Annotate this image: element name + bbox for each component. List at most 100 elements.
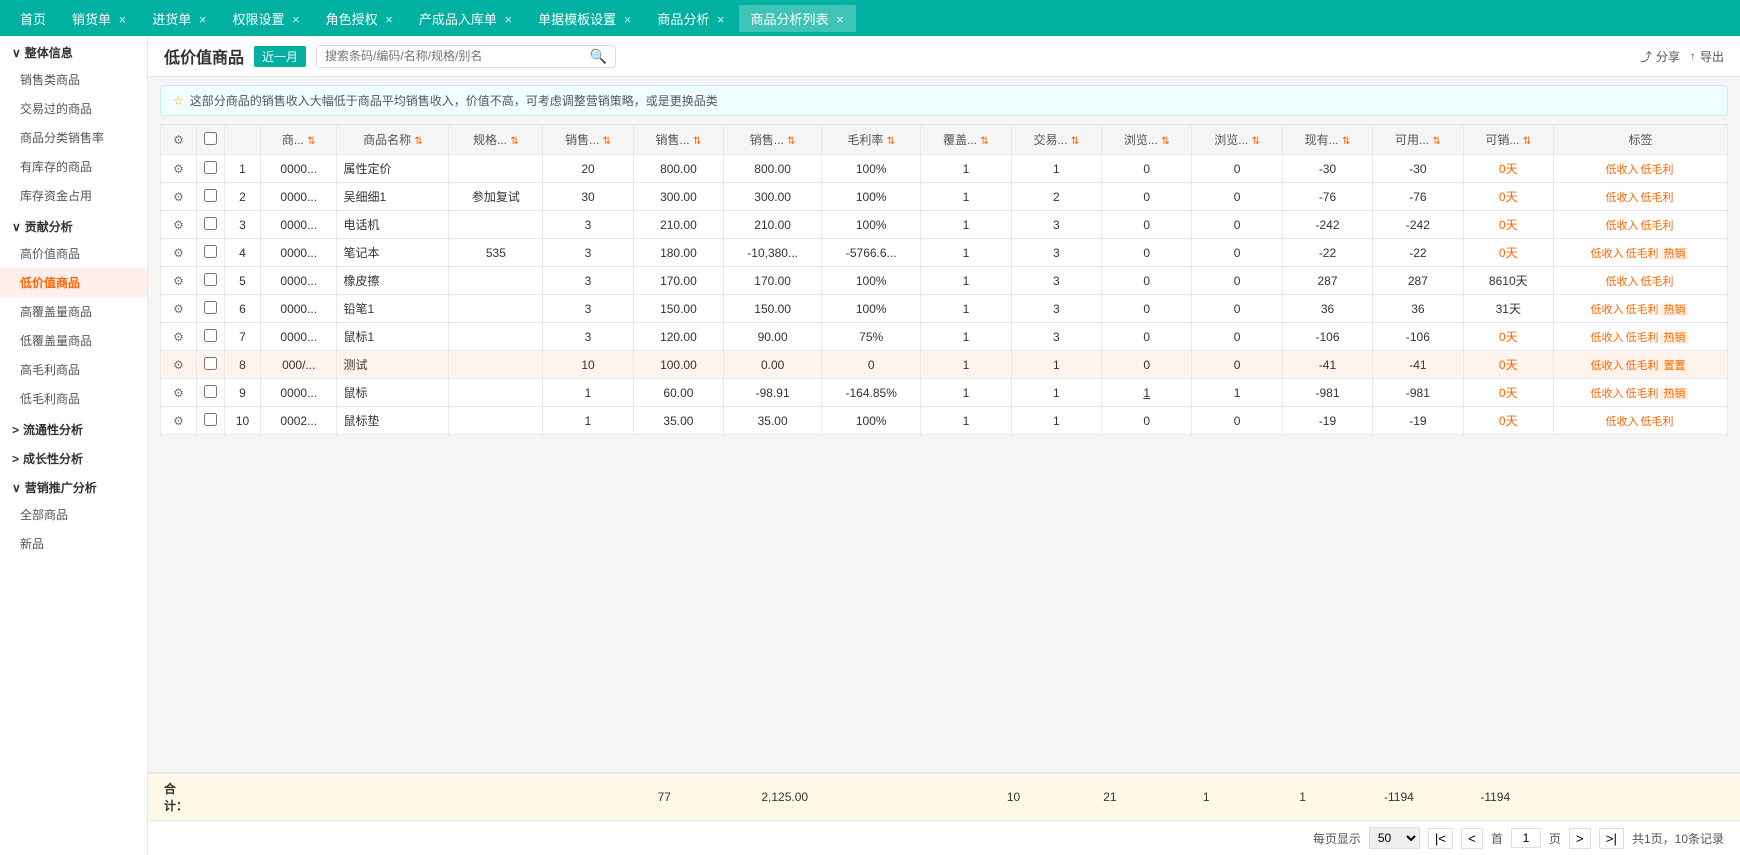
cell-setting[interactable]: ⚙ <box>161 183 197 211</box>
section-growth[interactable]: > 成长性分析 <box>0 442 147 471</box>
cell-browse1[interactable]: 0 <box>1102 323 1192 351</box>
sidebar-item-high-value[interactable]: 高价值商品 <box>0 239 147 268</box>
cell-setting[interactable]: ⚙ <box>161 295 197 323</box>
row-checkbox[interactable] <box>204 161 217 174</box>
cell-setting[interactable]: ⚙ <box>161 267 197 295</box>
row-checkbox[interactable] <box>204 357 217 370</box>
cell-check[interactable] <box>197 211 225 239</box>
sidebar-item-high-coverage[interactable]: 高覆盖量商品 <box>0 297 147 326</box>
sidebar-item-inventory-capital[interactable]: 库存资金占用 <box>0 181 147 210</box>
cell-browse1[interactable]: 0 <box>1102 183 1192 211</box>
section-contribution[interactable]: ∨ 贡献分析 <box>0 210 147 239</box>
table-container[interactable]: ⚙ 商... ⇅ 商品名称 ⇅ 规格... ⇅ 销售... ⇅ 销售... ⇅ … <box>160 124 1728 772</box>
row-checkbox[interactable] <box>204 189 217 202</box>
nav-purchase-order[interactable]: 进货单 × <box>140 5 218 32</box>
gear-icon[interactable]: ⚙ <box>173 302 184 316</box>
close-template-settings[interactable]: × <box>624 12 632 27</box>
close-permission[interactable]: × <box>292 12 300 27</box>
close-purchase-order[interactable]: × <box>199 12 207 27</box>
first-page-button[interactable]: |< <box>1428 828 1453 849</box>
gear-icon[interactable]: ⚙ <box>173 330 184 344</box>
cell-setting[interactable]: ⚙ <box>161 323 197 351</box>
nav-template-settings[interactable]: 单据模板设置 × <box>526 5 643 32</box>
cell-browse1[interactable]: 0 <box>1102 295 1192 323</box>
sidebar-item-low-margin[interactable]: 低毛利商品 <box>0 384 147 413</box>
cell-browse1[interactable]: 0 <box>1102 267 1192 295</box>
gear-icon[interactable]: ⚙ <box>173 274 184 288</box>
cell-browse1[interactable]: 0 <box>1102 407 1192 435</box>
prev-page-button[interactable]: < <box>1461 828 1483 849</box>
nav-permission[interactable]: 权限设置 × <box>220 5 311 32</box>
row-checkbox[interactable] <box>204 413 217 426</box>
col-check[interactable] <box>197 125 225 155</box>
cell-check[interactable] <box>197 379 225 407</box>
row-checkbox[interactable] <box>204 217 217 230</box>
close-sales-order[interactable]: × <box>119 12 127 27</box>
cell-check[interactable] <box>197 323 225 351</box>
nav-product-inbound[interactable]: 产成品入库单 × <box>407 5 524 32</box>
cell-check[interactable] <box>197 155 225 183</box>
section-overall-info[interactable]: ∨ 整体信息 <box>0 36 147 65</box>
gear-icon[interactable]: ⚙ <box>173 358 184 372</box>
cell-setting[interactable]: ⚙ <box>161 239 197 267</box>
cell-browse1[interactable]: 1 <box>1102 379 1192 407</box>
sidebar-item-new-products[interactable]: 新品 <box>0 529 147 558</box>
filter-tag-button[interactable]: 近一月 <box>254 46 306 67</box>
search-input[interactable] <box>325 49 590 63</box>
close-product-analysis[interactable]: × <box>717 12 725 27</box>
page-number-input[interactable] <box>1511 828 1541 848</box>
page-size-select[interactable]: 50 100 200 <box>1369 827 1420 849</box>
cell-setting[interactable]: ⚙ <box>161 379 197 407</box>
nav-home[interactable]: 首页 <box>8 5 58 32</box>
col-setting[interactable]: ⚙ <box>161 125 197 155</box>
cell-check[interactable] <box>197 295 225 323</box>
cell-setting[interactable]: ⚙ <box>161 407 197 435</box>
search-icon[interactable]: 🔍 <box>590 48 607 65</box>
cell-browse1[interactable]: 0 <box>1102 155 1192 183</box>
row-checkbox[interactable] <box>204 245 217 258</box>
cell-check[interactable] <box>197 183 225 211</box>
row-checkbox[interactable] <box>204 329 217 342</box>
sidebar-item-high-margin[interactable]: 高毛利商品 <box>0 355 147 384</box>
nav-product-analysis[interactable]: 商品分析 × <box>645 5 736 32</box>
share-button[interactable]: ⤴ 分享 <box>1640 48 1680 65</box>
cell-setting[interactable]: ⚙ <box>161 211 197 239</box>
sidebar-item-traded-products[interactable]: 交易过的商品 <box>0 94 147 123</box>
cell-browse1[interactable]: 0 <box>1102 239 1192 267</box>
gear-icon[interactable]: ⚙ <box>173 190 184 204</box>
last-page-button[interactable]: >| <box>1599 828 1624 849</box>
close-role-auth[interactable]: × <box>385 12 393 27</box>
sidebar-item-sales-products[interactable]: 销售类商品 <box>0 65 147 94</box>
gear-icon[interactable]: ⚙ <box>173 162 184 176</box>
gear-icon[interactable]: ⚙ <box>173 386 184 400</box>
row-checkbox[interactable] <box>204 301 217 314</box>
cell-browse1[interactable]: 0 <box>1102 351 1192 379</box>
row-checkbox[interactable] <box>204 273 217 286</box>
next-page-button[interactable]: > <box>1569 828 1591 849</box>
sidebar-item-low-value[interactable]: 低价值商品 <box>0 268 147 297</box>
close-product-analysis-list[interactable]: × <box>836 12 844 27</box>
gear-icon[interactable]: ⚙ <box>173 414 184 428</box>
close-product-inbound[interactable]: × <box>505 12 513 27</box>
cell-setting[interactable]: ⚙ <box>161 155 197 183</box>
select-all-checkbox[interactable] <box>204 132 217 145</box>
sidebar-item-low-coverage[interactable]: 低覆盖量商品 <box>0 326 147 355</box>
section-circulation[interactable]: > 流通性分析 <box>0 413 147 442</box>
sidebar-item-stocked-products[interactable]: 有库存的商品 <box>0 152 147 181</box>
sidebar-item-category-sales-rate[interactable]: 商品分类销售率 <box>0 123 147 152</box>
nav-product-analysis-list[interactable]: 商品分析列表 × <box>739 5 856 32</box>
gear-icon[interactable]: ⚙ <box>173 133 184 147</box>
cell-check[interactable] <box>197 407 225 435</box>
nav-role-auth[interactable]: 角色授权 × <box>314 5 405 32</box>
nav-sales-order[interactable]: 销货单 × <box>60 5 138 32</box>
gear-icon[interactable]: ⚙ <box>173 246 184 260</box>
gear-icon[interactable]: ⚙ <box>173 218 184 232</box>
cell-browse1[interactable]: 0 <box>1102 211 1192 239</box>
section-marketing[interactable]: ∨ 营销推广分析 <box>0 471 147 500</box>
cell-check[interactable] <box>197 239 225 267</box>
cell-check[interactable] <box>197 267 225 295</box>
sidebar-item-all-products[interactable]: 全部商品 <box>0 500 147 529</box>
cell-check[interactable] <box>197 351 225 379</box>
export-button[interactable]: ↑ 导出 <box>1690 48 1724 65</box>
row-checkbox[interactable] <box>204 385 217 398</box>
